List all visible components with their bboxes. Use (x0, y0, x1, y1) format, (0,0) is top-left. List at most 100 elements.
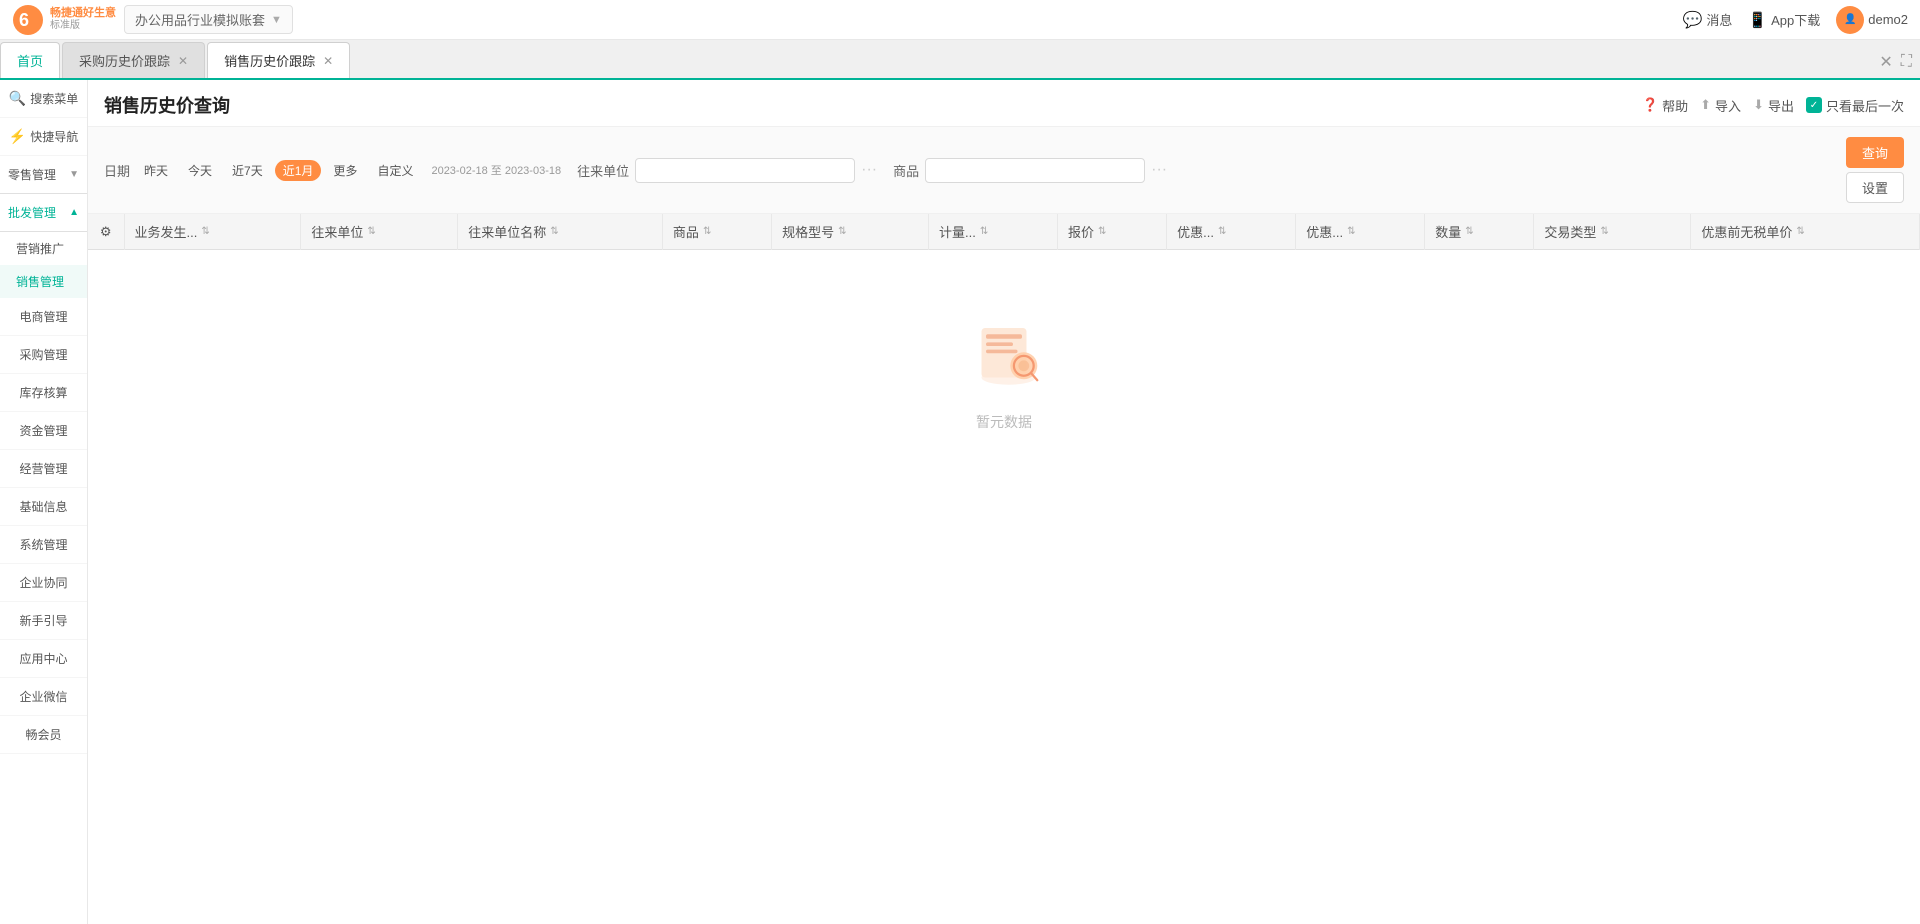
svg-text:6: 6 (19, 10, 29, 30)
username: demo2 (1868, 12, 1908, 27)
sidebar-finance-label: 资金管理 (19, 422, 67, 439)
help-button[interactable]: ❓ 帮助 (1642, 96, 1688, 115)
close-all-icon[interactable]: ✕ (1879, 52, 1892, 72)
sidebar-item-retail[interactable]: 零售管理 ▼ (0, 156, 87, 194)
column-price[interactable]: 报价 ⇅ (1058, 214, 1167, 250)
chip-1month[interactable]: 近1月 (275, 160, 322, 181)
date-range-display: 2023-02-18 至 2023-03-18 (431, 162, 561, 178)
sidebar-item-search[interactable]: 🔍 搜索菜单 (0, 80, 87, 118)
filter-right-actions: 查询 设置 (1846, 137, 1904, 203)
tab-sales[interactable]: 销售历史价跟踪 ✕ (207, 42, 350, 78)
import-icon: ⬆ (1700, 97, 1711, 113)
partner-filter-group: 往来单位 ··· (577, 158, 877, 183)
sidebar-sales-mgmt-label: 销售管理 (16, 273, 64, 290)
sort-biz-date-icon: ⇅ (201, 226, 209, 237)
workspace-title: 办公用品行业模拟账套 (135, 10, 265, 29)
help-icon: ❓ (1642, 97, 1658, 113)
tab-purchase-close[interactable]: ✕ (178, 54, 188, 68)
tab-home[interactable]: 首页 (0, 42, 60, 78)
sidebar-item-quick[interactable]: ⚡ 快捷导航 (0, 118, 87, 156)
goods-input[interactable] (925, 158, 1145, 183)
sort-goods-icon: ⇅ (703, 226, 711, 237)
sort-unit-icon: ⇅ (980, 226, 988, 237)
top-header: 6 畅捷通好生意 标准版 办公用品行业模拟账套 ▼ 💬 消息 📱 App下载 👤… (0, 0, 1920, 40)
chip-more[interactable]: 更多 (325, 160, 365, 181)
column-gear[interactable]: ⚙ (88, 214, 124, 250)
sidebar-item-ops[interactable]: 经营管理 (0, 450, 87, 488)
export-button[interactable]: ⬇ 导出 (1753, 96, 1794, 115)
sidebar-item-enterprise[interactable]: 企业协同 (0, 564, 87, 602)
column-partner-code[interactable]: 往来单位 ⇅ (301, 214, 458, 250)
message-label: 消息 (1706, 10, 1732, 29)
sidebar-item-wechat[interactable]: 企业微信 (0, 678, 87, 716)
column-biz-date[interactable]: 业务发生... ⇅ (124, 214, 301, 250)
sidebar-item-basic[interactable]: 基础信息 (0, 488, 87, 526)
tab-purchase[interactable]: 采购历史价跟踪 ✕ (62, 42, 205, 78)
column-discount1[interactable]: 优惠... ⇅ (1167, 214, 1296, 250)
filter-bar: 日期 昨天 今天 近7天 近1月 更多 自定义 2023-02-18 至 202… (88, 127, 1920, 214)
column-pre-tax-price[interactable]: 优惠前无税单价 ⇅ (1691, 214, 1920, 250)
sidebar-item-inventory[interactable]: 库存核算 (0, 374, 87, 412)
sidebar-sub-sales-mgmt[interactable]: 销售管理 (0, 265, 87, 298)
wholesale-expand-icon: ▲ (69, 207, 79, 218)
sidebar-wholesale-label: 批发管理 (8, 204, 56, 221)
sidebar-item-ecommerce[interactable]: 电商管理 (0, 298, 87, 336)
sidebar-item-appstore[interactable]: 应用中心 (0, 640, 87, 678)
chip-7days[interactable]: 近7天 (224, 160, 271, 181)
sidebar-item-wholesale[interactable]: 批发管理 ▲ (0, 194, 87, 232)
goods-dots[interactable]: ··· (1151, 161, 1167, 179)
sidebar-item-purchase[interactable]: 采购管理 (0, 336, 87, 374)
query-button[interactable]: 查询 (1846, 137, 1904, 168)
header-left: 6 畅捷通好生意 标准版 办公用品行业模拟账套 ▼ (12, 4, 293, 36)
sidebar-item-member[interactable]: 畅会员 (0, 716, 87, 754)
settings-button[interactable]: 设置 (1846, 172, 1904, 203)
chip-today[interactable]: 今天 (180, 160, 220, 181)
app-icon: 📱 (1748, 11, 1767, 29)
sort-spec-icon: ⇅ (838, 226, 846, 237)
partner-filter-label: 往来单位 (577, 161, 629, 180)
page-header-actions: ❓ 帮助 ⬆ 导入 ⬇ 导出 ✓ 只看最后一次 (1642, 96, 1904, 115)
tab-sales-label: 销售历史价跟踪 (224, 51, 315, 70)
column-partner-name[interactable]: 往来单位名称 ⇅ (458, 214, 663, 250)
main-layout: 🔍 搜索菜单 ⚡ 快捷导航 零售管理 ▼ 批发管理 ▲ 营销推广 销售管理 电商… (0, 80, 1920, 924)
sort-trade-type-icon: ⇅ (1600, 226, 1608, 237)
sidebar-guide-label: 新手引导 (19, 612, 67, 629)
column-spec[interactable]: 规格型号 ⇅ (772, 214, 929, 250)
empty-icon (959, 310, 1049, 400)
search-icon: 🔍 (9, 90, 26, 107)
sidebar-item-system[interactable]: 系统管理 (0, 526, 87, 564)
user-area[interactable]: 👤 demo2 (1836, 6, 1908, 34)
sidebar-item-guide[interactable]: 新手引导 (0, 602, 87, 640)
tab-sales-close[interactable]: ✕ (323, 54, 333, 68)
checkbox-icon: ✓ (1806, 97, 1822, 113)
tab-bar-controls: ✕ ⛶ (1879, 52, 1912, 72)
date-chips: 昨天 今天 近7天 近1月 更多 自定义 (136, 160, 421, 181)
sidebar-sub-marketing[interactable]: 营销推广 (0, 232, 87, 265)
gear-icon: ⚙ (100, 224, 112, 239)
date-filter-label: 日期 (104, 161, 130, 180)
only-last-checkbox[interactable]: ✓ 只看最后一次 (1806, 96, 1904, 115)
message-button[interactable]: 💬 消息 (1682, 10, 1732, 30)
sidebar-marketing-label: 营销推广 (16, 240, 64, 257)
sidebar-basic-label: 基础信息 (19, 498, 67, 515)
column-discount2[interactable]: 优惠... ⇅ (1296, 214, 1425, 250)
app-subtitle: 标准版 (50, 20, 116, 32)
column-quantity[interactable]: 数量 ⇅ (1425, 214, 1534, 250)
sidebar-item-finance[interactable]: 资金管理 (0, 412, 87, 450)
column-trade-type[interactable]: 交易类型 ⇅ (1534, 214, 1691, 250)
column-goods[interactable]: 商品 ⇅ (662, 214, 771, 250)
sort-discount1-icon: ⇅ (1218, 226, 1226, 237)
chip-yesterday[interactable]: 昨天 (136, 160, 176, 181)
page-header: 销售历史价查询 ❓ 帮助 ⬆ 导入 ⬇ 导出 ✓ 只看最后一次 (88, 80, 1920, 127)
app-download-button[interactable]: 📱 App下载 (1748, 10, 1820, 29)
import-button[interactable]: ⬆ 导入 (1700, 96, 1741, 115)
partner-dots[interactable]: ··· (861, 161, 877, 179)
workspace-selector[interactable]: 办公用品行业模拟账套 ▼ (124, 5, 293, 34)
date-filter-group: 日期 昨天 今天 近7天 近1月 更多 自定义 2023-02-18 至 202… (104, 160, 561, 181)
partner-input[interactable] (635, 158, 855, 183)
chip-custom[interactable]: 自定义 (369, 160, 421, 181)
content-area: 销售历史价查询 ❓ 帮助 ⬆ 导入 ⬇ 导出 ✓ 只看最后一次 (88, 80, 1920, 924)
maximize-icon[interactable]: ⛶ (1901, 53, 1912, 71)
column-unit[interactable]: 计量... ⇅ (928, 214, 1057, 250)
tab-home-label: 首页 (17, 51, 43, 70)
